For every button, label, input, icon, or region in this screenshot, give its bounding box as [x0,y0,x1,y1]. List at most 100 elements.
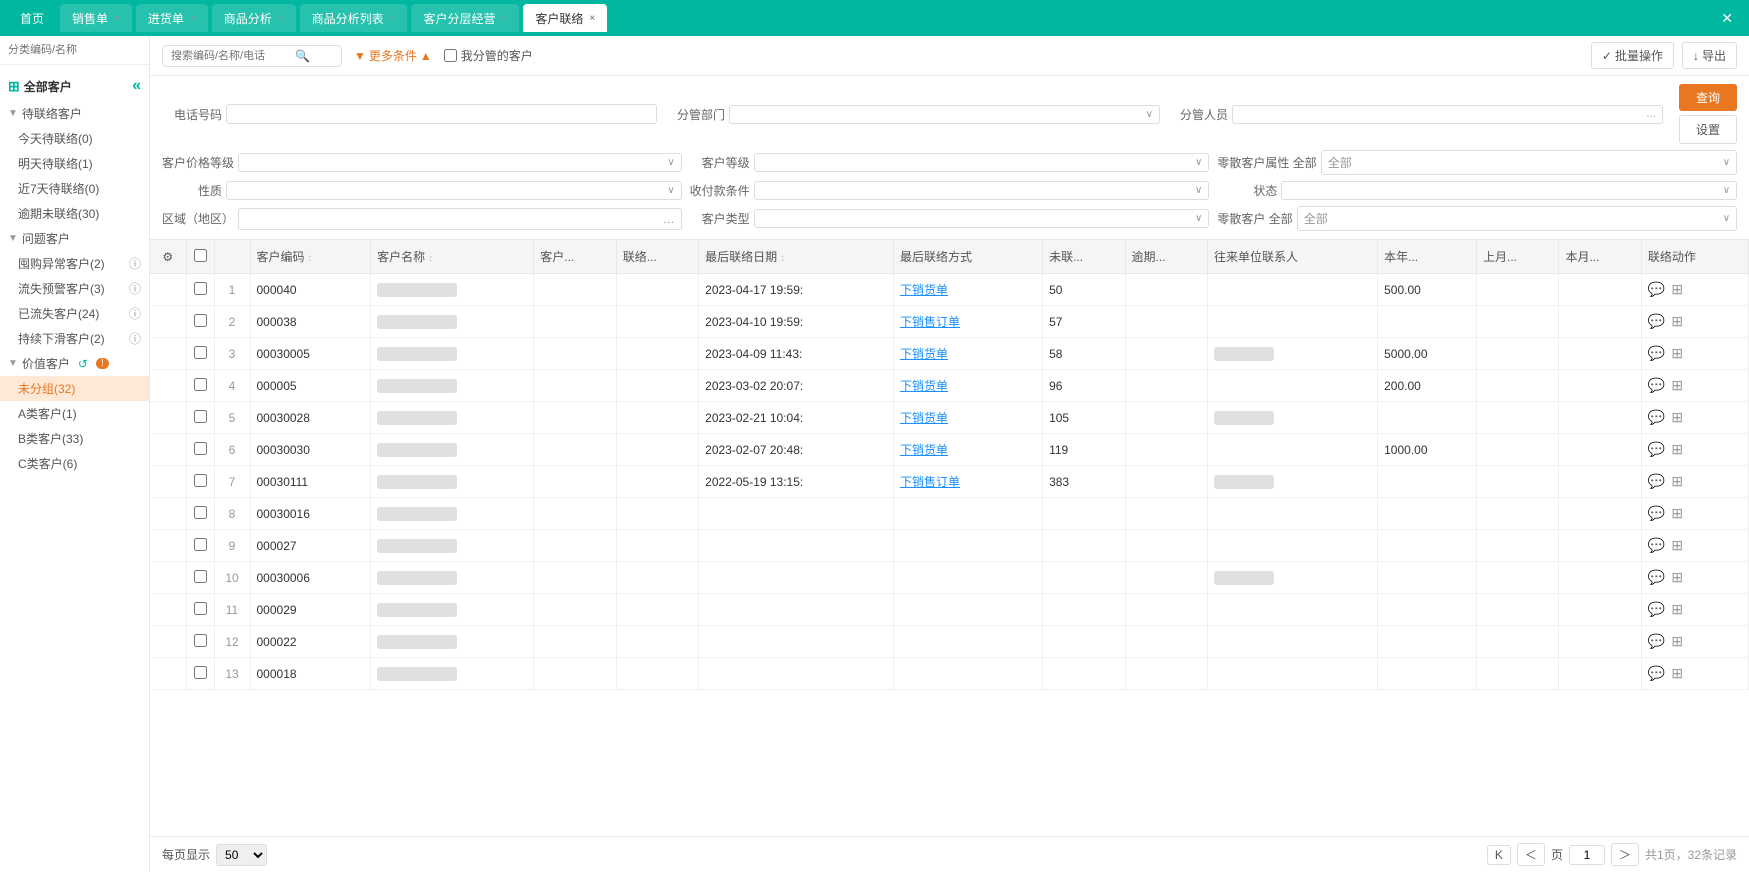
filter-retail-select[interactable]: 全部 ∨ [1297,206,1737,231]
refresh-icon[interactable]: ↺ [78,357,88,371]
row-checkbox[interactable] [194,474,207,487]
filter-payment-select[interactable]: ∨ [754,181,1210,200]
td-last-contact-method[interactable] [893,658,1042,690]
chat-icon[interactable]: 💬 [1648,377,1665,394]
row-checkbox[interactable] [194,570,207,583]
row-checkbox[interactable] [194,506,207,519]
prev-page-button[interactable]: ＜ [1517,843,1545,866]
sidebar-item-today[interactable]: 今天待联络(0) [0,126,149,151]
tab-product-list-close[interactable]: × [390,13,396,24]
filter-more-btn[interactable]: ▼ 更多条件 ▲ [354,47,432,64]
batch-operation-button[interactable]: ✓ 批量操作 [1591,42,1674,69]
th-last-contact-date[interactable]: 最后联络日期 [699,240,894,274]
filter-region-dots[interactable]: … [663,212,675,226]
filter-phone-input[interactable] [226,104,657,124]
chat-icon[interactable]: 💬 [1648,537,1665,554]
my-customers-checkbox[interactable] [444,49,457,62]
chat-icon[interactable]: 💬 [1648,505,1665,522]
td-last-contact-method[interactable] [893,594,1042,626]
td-checkbox[interactable] [186,498,214,530]
td-checkbox[interactable] [186,434,214,466]
chat-icon[interactable]: 💬 [1648,473,1665,490]
filter-search-input[interactable] [171,50,291,62]
sidebar-item-7days[interactable]: 近7天待联络(0) [0,176,149,201]
reset-button[interactable]: 设置 [1679,115,1737,144]
row-checkbox[interactable] [194,602,207,615]
grid-action-icon[interactable]: ⊞ [1671,377,1683,394]
grid-action-icon[interactable]: ⊞ [1671,409,1683,426]
chat-icon[interactable]: 💬 [1648,441,1665,458]
tab-customer-contact[interactable]: 客户联络 × [523,4,607,32]
tab-customer-ops-close[interactable]: × [501,13,507,24]
chat-icon[interactable]: 💬 [1648,281,1665,298]
th-code[interactable]: 客户编码 [250,240,371,274]
sidebar-group-value[interactable]: ▼ 价值客户 ↺ ! [0,351,149,376]
chat-icon[interactable]: 💬 [1648,601,1665,618]
chat-icon[interactable]: 💬 [1648,665,1665,682]
nav-home[interactable]: 首页 [8,4,56,32]
grid-action-icon[interactable]: ⊞ [1671,665,1683,682]
sidebar-collapse-icon[interactable]: « [132,77,141,95]
td-checkbox[interactable] [186,274,214,306]
sidebar-item-abnormal[interactable]: 囤购异常客户(2) ⓘ [0,251,149,276]
sidebar-item-declining[interactable]: 持续下滑客户(2) ⓘ [0,326,149,351]
td-checkbox[interactable] [186,530,214,562]
td-last-contact-method[interactable]: 下销货单 [893,402,1042,434]
window-close-button[interactable]: ✕ [1713,10,1741,27]
tab-purchase-close[interactable]: × [190,13,196,24]
filter-price-level-select[interactable]: ∨ [238,153,682,172]
tab-product-list[interactable]: 商品分析列表 × [300,4,408,32]
td-last-contact-method[interactable] [893,530,1042,562]
tab-sales[interactable]: 销售单 × [60,4,132,32]
td-last-contact-method[interactable] [893,562,1042,594]
filter-status-select[interactable]: ∨ [1281,181,1737,200]
sidebar-item-churn-warning[interactable]: 流失预警客户(3) ⓘ [0,276,149,301]
grid-action-icon[interactable]: ⊞ [1671,345,1683,362]
filter-dept-select[interactable]: ∨ [729,105,1160,124]
td-checkbox[interactable] [186,562,214,594]
first-page-button[interactable]: K [1487,845,1511,865]
sidebar-item-overdue[interactable]: 逾期未联络(30) [0,201,149,226]
row-checkbox[interactable] [194,410,207,423]
td-last-contact-method[interactable] [893,626,1042,658]
tab-product-analysis[interactable]: 商品分析 × [212,4,296,32]
grid-action-icon[interactable]: ⊞ [1671,569,1683,586]
chat-icon[interactable]: 💬 [1648,569,1665,586]
sidebar-item-churned[interactable]: 已流失客户(24) ⓘ [0,301,149,326]
td-checkbox[interactable] [186,402,214,434]
per-page-select[interactable]: 50 20 100 [216,844,267,866]
td-checkbox[interactable] [186,370,214,402]
td-checkbox[interactable] [186,626,214,658]
grid-action-icon[interactable]: ⊞ [1671,537,1683,554]
sidebar-search-input[interactable] [8,44,150,56]
tab-customer-ops[interactable]: 客户分层经营 × [411,4,519,32]
filter-nature-select[interactable]: ∨ [226,181,682,200]
grid-action-icon[interactable]: ⊞ [1671,441,1683,458]
th-checkbox[interactable] [186,240,214,274]
grid-action-icon[interactable]: ⊞ [1671,601,1683,618]
td-last-contact-method[interactable]: 下销货单 [893,338,1042,370]
td-last-contact-method[interactable]: 下销货单 [893,370,1042,402]
tab-sales-close[interactable]: × [114,13,120,24]
filter-retail-attr-select[interactable]: 全部 ∨ [1321,150,1737,175]
sidebar-item-c-class[interactable]: C类客户(6) [0,451,149,476]
sidebar-item-tomorrow[interactable]: 明天待联络(1) [0,151,149,176]
td-checkbox[interactable] [186,658,214,690]
filter-my-customers[interactable]: 我分管的客户 [444,47,533,64]
filter-search-icon[interactable]: 🔍 [295,49,310,63]
filter-region-select[interactable]: … [238,208,682,230]
td-checkbox[interactable] [186,306,214,338]
next-page-button[interactable]: ＞ [1611,843,1639,866]
chat-icon[interactable]: 💬 [1648,409,1665,426]
td-checkbox[interactable] [186,466,214,498]
filter-customer-type-select[interactable]: ∨ [754,209,1210,228]
td-last-contact-method[interactable] [893,498,1042,530]
td-checkbox[interactable] [186,594,214,626]
filter-person-select[interactable]: … [1232,105,1663,124]
page-number-input[interactable] [1569,845,1605,865]
export-button[interactable]: ↓ 导出 [1682,42,1737,69]
grid-action-icon[interactable]: ⊞ [1671,505,1683,522]
grid-action-icon[interactable]: ⊞ [1671,473,1683,490]
sidebar-item-b-class[interactable]: B类客户(33) [0,426,149,451]
row-checkbox[interactable] [194,538,207,551]
